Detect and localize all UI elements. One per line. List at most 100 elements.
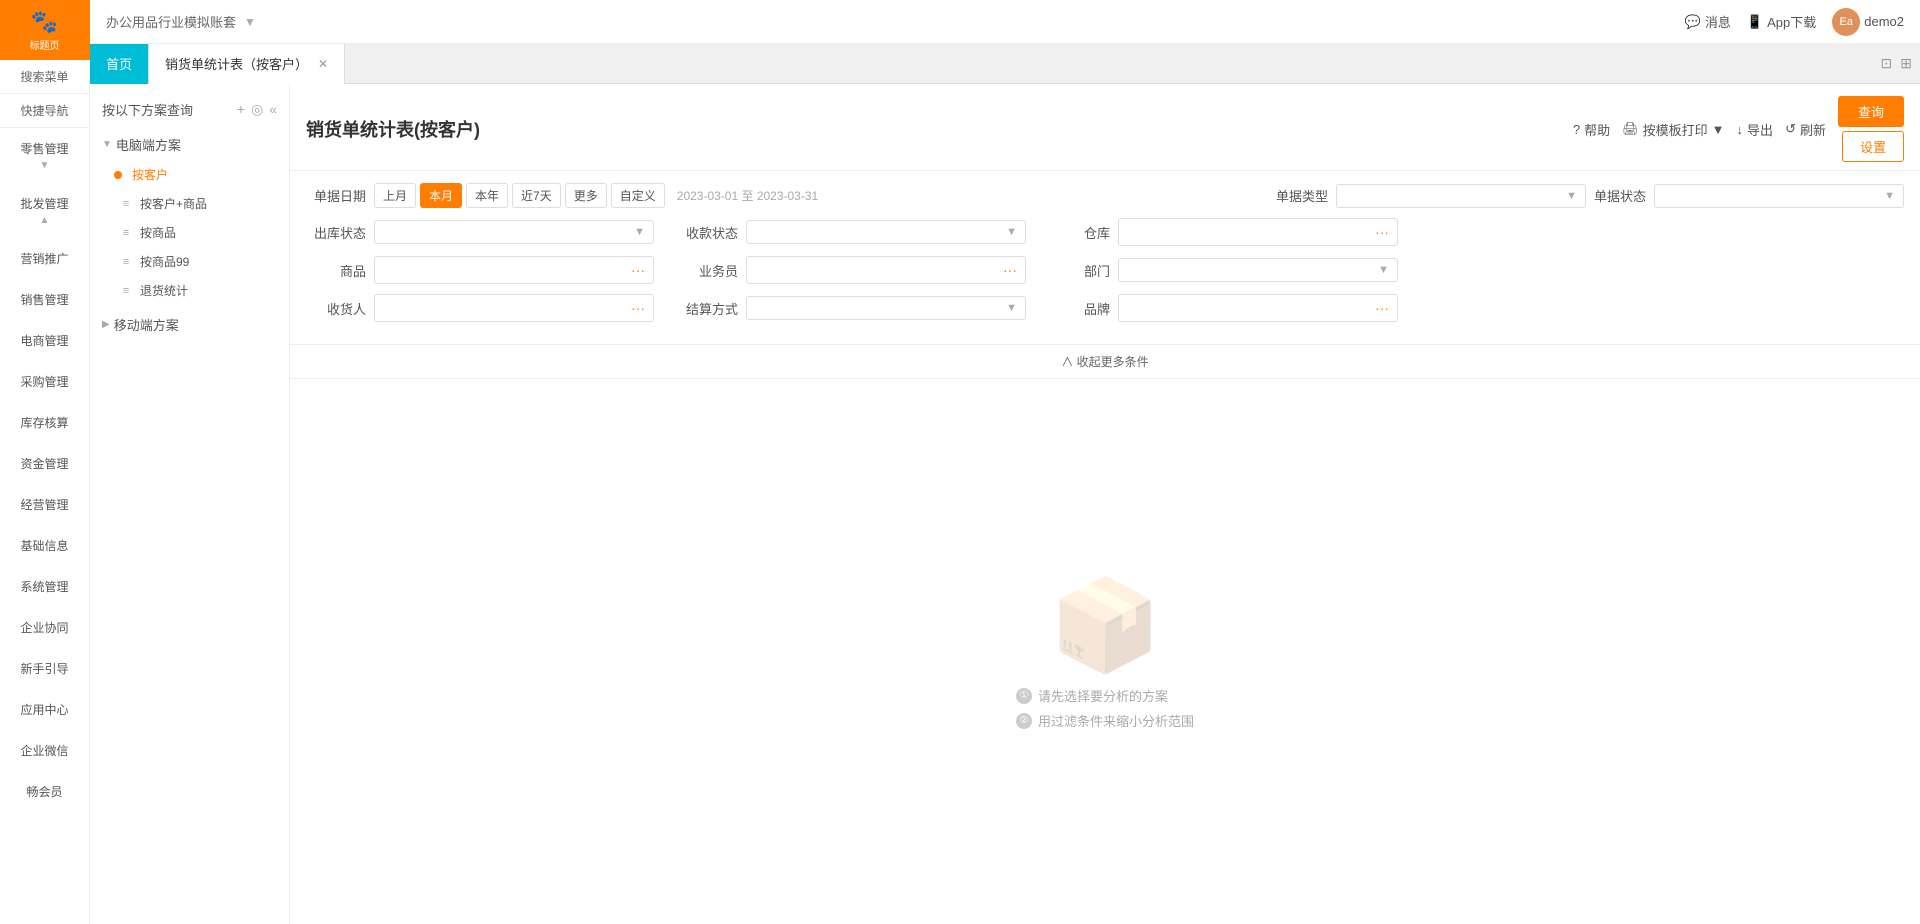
salesperson-dots-icon[interactable]: ···	[1003, 262, 1017, 278]
avatar: Ea	[1832, 8, 1860, 36]
query-button[interactable]: 查询	[1838, 96, 1904, 127]
user-menu[interactable]: Ea demo2	[1832, 8, 1904, 36]
page-title-bar: 销货单统计表(按客户) ? 帮助 🖨 按模板打印 ▼ ↓ 导出	[290, 84, 1920, 171]
this-month-btn[interactable]: 本月	[420, 183, 462, 208]
receipt-status-select[interactable]: ▼	[746, 220, 1026, 244]
export-button[interactable]: ↓ 导出	[1737, 120, 1774, 139]
settings-scheme-icon[interactable]: ◎	[251, 101, 263, 118]
minimize-icon[interactable]: ⊡	[1881, 55, 1893, 72]
wechat-label: 企业微信	[20, 742, 68, 759]
filter-row-3: 商品 ··· 业务员 ··· 部门 ▼	[306, 256, 1904, 284]
sidebar-item-system[interactable]: 系统管理	[0, 566, 89, 607]
breadcrumb: 办公用品行业模拟账套	[106, 12, 236, 31]
tip-1-text: 请先选择要分析的方案	[1038, 686, 1168, 705]
goods-input[interactable]: ···	[374, 256, 654, 284]
recipient-input[interactable]: ···	[374, 294, 654, 322]
last7-btn[interactable]: 近7天	[512, 183, 561, 208]
sidebar-item-ecommerce[interactable]: 电商管理	[0, 320, 89, 361]
message-icon: 💬	[1685, 14, 1701, 30]
add-scheme-icon[interactable]: +	[237, 101, 245, 118]
sidebar: 🐾 标题页 搜索菜单 快捷导航 零售管理 ▼ 批发管理 ▲ 营销推广 销售管理 …	[0, 0, 90, 924]
help-button[interactable]: ? 帮助	[1573, 120, 1610, 139]
app-logo[interactable]: 🐾 标题页	[0, 0, 90, 60]
export-icon: ↓	[1737, 122, 1744, 137]
date-control: 上月 本月 本年 近7天 更多 自定义 2023-03-01 至 2023-03…	[374, 183, 1268, 208]
goods-dots-icon[interactable]: ···	[631, 262, 645, 278]
sidebar-item-finance[interactable]: 资金管理	[0, 443, 89, 484]
app-download-button[interactable]: 📱 App下载	[1747, 12, 1816, 31]
custom-btn[interactable]: 自定义	[611, 183, 665, 208]
out-status-select[interactable]: ▼	[374, 220, 654, 244]
tab-home[interactable]: 首页	[90, 44, 149, 84]
out-status-caret-icon: ▼	[634, 226, 645, 238]
department-select[interactable]: ▼	[1118, 258, 1398, 282]
sidebar-item-retail[interactable]: 零售管理 ▼	[0, 128, 89, 183]
scheme-panel-header: 按以下方案查询 + ◎ «	[90, 94, 289, 125]
collapse-scheme-icon[interactable]: «	[269, 101, 277, 118]
purchase-label: 采购管理	[20, 373, 68, 390]
settlement-select[interactable]: ▼	[746, 296, 1026, 320]
by-customer-dot	[114, 171, 122, 179]
sidebar-item-apps[interactable]: 应用中心	[0, 689, 89, 730]
date-buttons: 上月 本月 本年 近7天 更多 自定义	[374, 183, 665, 208]
desktop-section-title[interactable]: ▼ 电脑端方案	[90, 129, 289, 160]
scheme-panel-icons: + ◎ «	[237, 101, 277, 118]
this-year-btn[interactable]: 本年	[466, 183, 508, 208]
order-type-select[interactable]: ▼	[1336, 184, 1586, 208]
by-goods99-label: 按商品99	[140, 253, 189, 270]
scheme-by-goods[interactable]: ≡ 按商品	[90, 218, 289, 247]
sidebar-item-inventory[interactable]: 库存核算	[0, 402, 89, 443]
retail-arrow: ▼	[40, 160, 50, 171]
sidebar-item-basic[interactable]: 基础信息	[0, 525, 89, 566]
message-button[interactable]: 💬 消息	[1685, 12, 1731, 31]
brand-input[interactable]: ···	[1118, 294, 1398, 322]
by-goods-label: 按商品	[140, 224, 176, 241]
date-label: 单据日期	[306, 186, 366, 205]
order-status-select[interactable]: ▼	[1654, 184, 1904, 208]
maximize-icon[interactable]: ⊞	[1900, 55, 1912, 72]
empty-illustration: 📦	[1049, 573, 1161, 678]
more-btn[interactable]: 更多	[565, 183, 607, 208]
wholesale-label: 批发管理	[20, 195, 68, 212]
warehouse-input[interactable]: ···	[1118, 218, 1398, 246]
recipient-label: 收货人	[306, 299, 366, 318]
sidebar-item-operation[interactable]: 经营管理	[0, 484, 89, 525]
sidebar-item-sales[interactable]: 销售管理	[0, 279, 89, 320]
settings-button[interactable]: 设置	[1842, 131, 1904, 162]
settlement-caret-icon: ▼	[1006, 302, 1017, 314]
tab-close-icon[interactable]: ✕	[318, 57, 328, 71]
template-print-button[interactable]: 🖨 按模板打印 ▼	[1622, 120, 1724, 139]
by-customer-goods-label: 按客户+商品	[140, 195, 207, 212]
filter-row-2: 出库状态 ▼ 收款状态 ▼ 仓库 ···	[306, 218, 1904, 246]
brand-dots-icon[interactable]: ···	[1375, 300, 1389, 316]
quick-nav[interactable]: 快捷导航	[0, 94, 89, 128]
sidebar-item-wechat[interactable]: 企业微信	[0, 730, 89, 771]
goods-label: 商品	[306, 261, 366, 280]
finance-label: 资金管理	[20, 455, 68, 472]
help-icon: ?	[1573, 122, 1580, 137]
collapse-label: 收起更多条件	[1077, 355, 1149, 369]
mobile-section-title[interactable]: ▶ 移动端方案	[90, 309, 289, 340]
breadcrumb-dropdown-icon[interactable]: ▼	[244, 15, 256, 29]
scheme-by-customer[interactable]: 按客户	[90, 160, 289, 189]
scheme-by-goods99[interactable]: ≡ 按商品99	[90, 247, 289, 276]
empty-state: 📦 ① 请先选择要分析的方案 ② 用过滤条件来缩小分析范围	[290, 379, 1920, 924]
sidebar-item-cooperation[interactable]: 企业协同	[0, 607, 89, 648]
scheme-by-customer-goods[interactable]: ≡ 按客户+商品	[90, 189, 289, 218]
recipient-dots-icon[interactable]: ···	[631, 300, 645, 316]
last-month-btn[interactable]: 上月	[374, 183, 416, 208]
sidebar-item-wholesale[interactable]: 批发管理 ▲	[0, 183, 89, 238]
warehouse-dots-icon[interactable]: ···	[1375, 224, 1389, 240]
sidebar-item-newbie[interactable]: 新手引导	[0, 648, 89, 689]
refresh-button[interactable]: ↺ 刷新	[1785, 120, 1826, 139]
collapse-bar[interactable]: ∧ 收起更多条件	[290, 345, 1920, 379]
sidebar-item-member[interactable]: 畅会员	[0, 771, 89, 812]
tab-home-label: 首页	[106, 54, 132, 73]
sidebar-item-purchase[interactable]: 采购管理	[0, 361, 89, 402]
scheme-return-stats[interactable]: ≡ 退货统计	[90, 276, 289, 305]
scheme-panel: 按以下方案查询 + ◎ « ▼ 电脑端方案 按客户 ≡ 按客户	[90, 84, 290, 924]
tab-sales-report[interactable]: 销货单统计表（按客户） ✕	[149, 44, 345, 84]
sidebar-item-marketing[interactable]: 营销推广	[0, 238, 89, 279]
search-menu[interactable]: 搜索菜单	[0, 60, 89, 94]
salesperson-input[interactable]: ···	[746, 256, 1026, 284]
